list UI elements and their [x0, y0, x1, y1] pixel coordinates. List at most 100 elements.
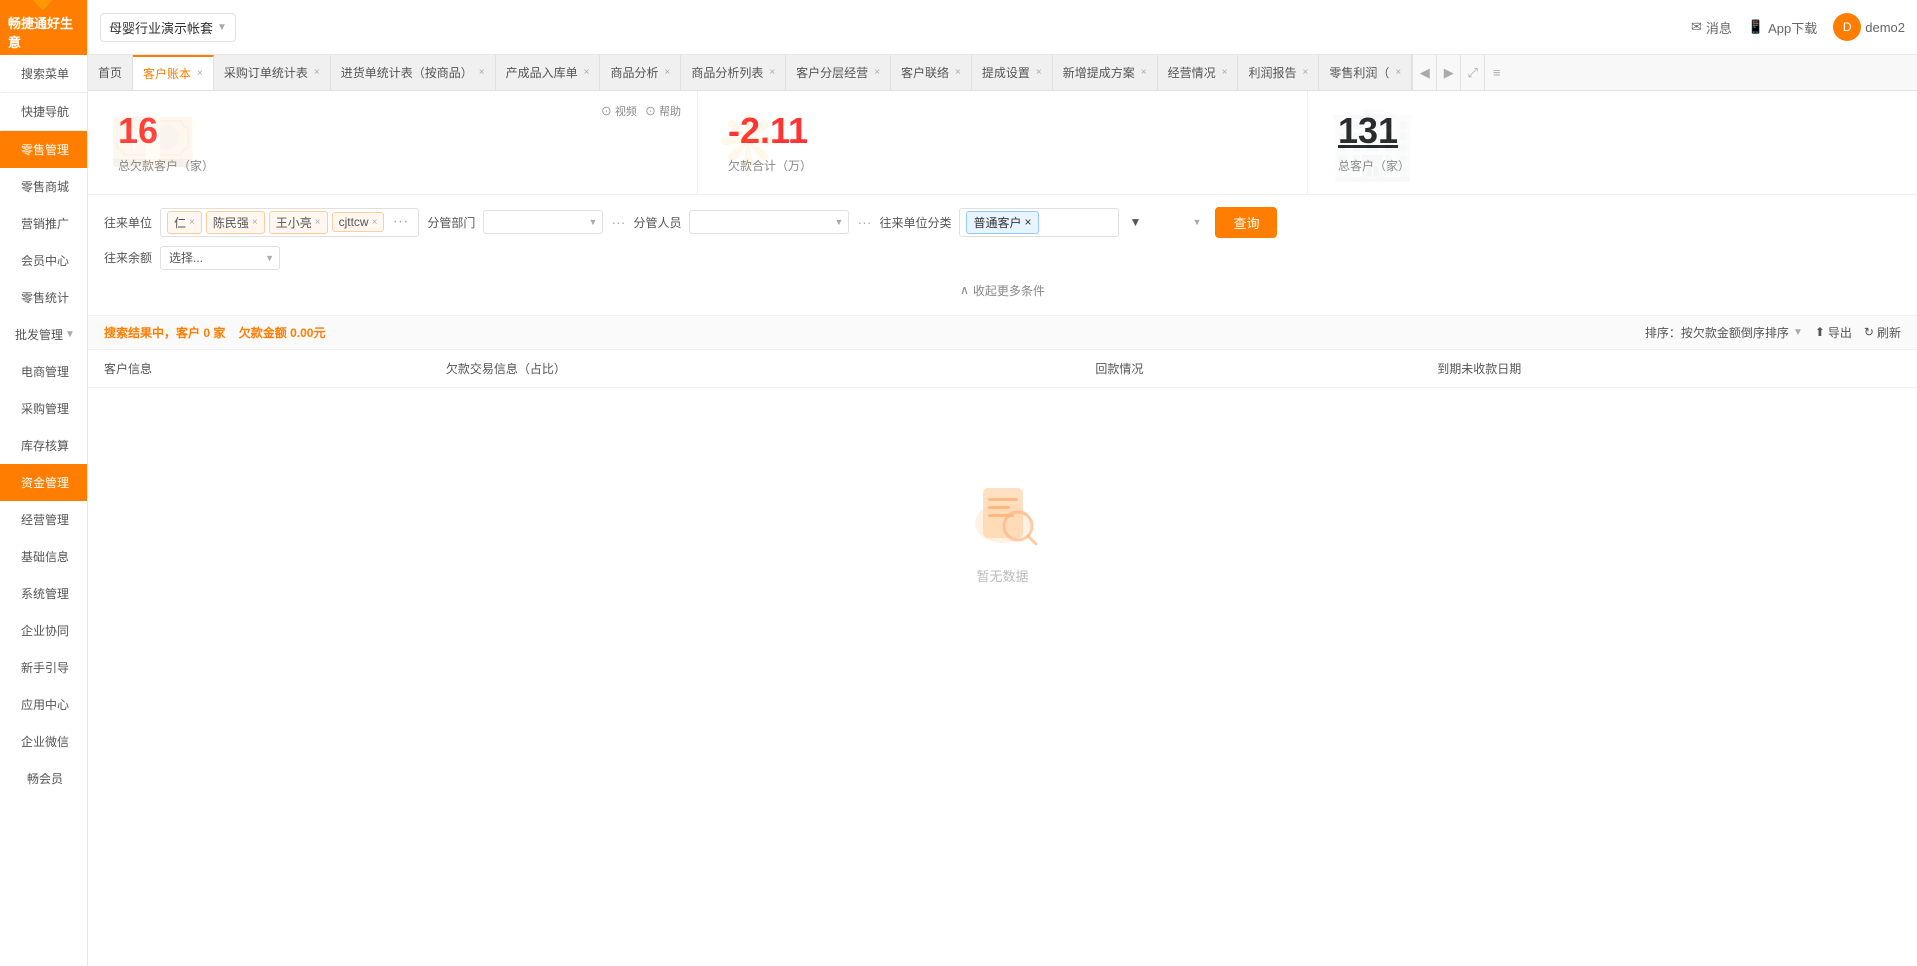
sidebar-item-retail-stats[interactable]: 零售统计 [0, 279, 87, 316]
tab-menu[interactable]: ≡ [1484, 55, 1508, 91]
video-link[interactable]: ⊙ 视频 [601, 103, 637, 119]
tab-customer-contact[interactable]: 客户联络 × [891, 55, 972, 91]
tab-close-customer-segment[interactable]: × [874, 67, 880, 78]
tab-nav-next[interactable]: ▶ [1436, 55, 1460, 91]
tab-close-retail-profit[interactable]: × [1395, 67, 1401, 78]
sidebar-item-system-mgmt[interactable]: 系统管理 [0, 575, 87, 612]
unit-filter-label: 往来单位 [104, 214, 152, 231]
tab-close-product-inbound[interactable]: × [584, 67, 590, 78]
unit-tag-ren[interactable]: 仁 × [167, 211, 202, 234]
customer-type-tag[interactable]: 普通客户 × [966, 211, 1038, 234]
export-button[interactable]: ⬆ 导出 [1815, 324, 1852, 341]
system-mgmt-label: 系统管理 [21, 587, 69, 601]
tab-customer-segment[interactable]: 客户分层经营 × [786, 55, 891, 91]
user-avatar: D [1833, 13, 1861, 41]
tab-home[interactable]: 首页 [88, 55, 133, 91]
results-prefix: 搜索结果中，客户 [104, 326, 200, 340]
app-download-action[interactable]: 📱 App下载 [1748, 18, 1817, 37]
stat-customers-value: 16 [118, 111, 667, 151]
sidebar-item-wechat-biz[interactable]: 企业微信 [0, 723, 87, 760]
tab-retail-profit[interactable]: 零售利润（ × [1319, 55, 1412, 91]
sidebar-item-search[interactable]: 搜索菜单 [0, 55, 87, 93]
tab-product-inbound[interactable]: 产成品入库单 × [496, 55, 601, 91]
tab-close-inbound-stats[interactable]: × [479, 67, 485, 78]
manager-select[interactable] [689, 210, 849, 234]
sidebar-item-members[interactable]: 会员中心 [0, 242, 87, 279]
sidebar-item-operations[interactable]: 经营管理 [0, 501, 87, 538]
user-profile[interactable]: D demo2 [1833, 13, 1905, 41]
sidebar-item-vip-member[interactable]: 畅会员 [0, 760, 87, 797]
sidebar-item-inventory[interactable]: 库存核算 [0, 427, 87, 464]
tab-promotion-settings[interactable]: 提成设置 × [972, 55, 1053, 91]
dept-select[interactable] [483, 210, 603, 234]
sidebar-item-basic-info[interactable]: 基础信息 [0, 538, 87, 575]
retail-stats-label: 零售统计 [21, 291, 69, 305]
manager-more-icon[interactable]: ··· [857, 214, 871, 230]
stat-total-value[interactable]: 131 [1338, 111, 1887, 151]
sidebar-item-wholesale-mgmt[interactable]: 批发管理 ▼ [0, 316, 87, 353]
sidebar-item-ecommerce[interactable]: 电商管理 [0, 353, 87, 390]
refresh-button[interactable]: ↻ 刷新 [1864, 324, 1901, 341]
tab-close-product-analysis[interactable]: × [664, 67, 670, 78]
empty-figure [958, 468, 1048, 558]
unit-tag-chen[interactable]: 陈民强 × [206, 211, 265, 234]
sidebar-item-retail-mgmt[interactable]: 零售管理 [0, 131, 87, 168]
tab-close-profit-report[interactable]: × [1302, 67, 1308, 78]
tab-product-analysis[interactable]: 商品分析 × [600, 55, 681, 91]
tab-close-new-promotion-plan[interactable]: × [1141, 67, 1147, 78]
tab-inbound-stats[interactable]: 进货单统计表（按商品） × [331, 55, 496, 91]
tab-customers[interactable]: 客户账本 × [133, 55, 214, 91]
sort-control[interactable]: 排序：按欠款金额倒序排序 ▼ [1645, 324, 1803, 341]
stat-amount-label: 欠款合计（万） [728, 157, 1277, 174]
tab-close-promotion-settings[interactable]: × [1036, 67, 1042, 78]
page-content: 💴 16 总欠款客户（家） ⊙ 视频 ⊙ 帮助 ❋ -2.11 欠款合计（万） [88, 91, 1917, 966]
messages-action[interactable]: ✉ 消息 [1691, 18, 1732, 37]
help-link[interactable]: ⊙ 帮助 [645, 103, 681, 119]
sidebar-item-retail-mall[interactable]: 零售商城 [0, 168, 87, 205]
account-selector[interactable]: 母婴行业演示帐套 ▼ [100, 13, 236, 42]
unit-type-input[interactable]: 普通客户 × [959, 208, 1119, 237]
sidebar-item-finance[interactable]: 资金管理 [0, 464, 87, 501]
sidebar-item-new-guide[interactable]: 新手引导 [0, 649, 87, 686]
balance-select[interactable]: 选择... [160, 246, 280, 270]
sidebar: 🧡 畅捷通好生意 标版 搜索菜单 快捷导航 零售管理 零售商城 营销推广 会员中… [0, 0, 88, 966]
tab-maximize[interactable]: ⤢ [1460, 55, 1484, 91]
tab-product-analysis-list[interactable]: 商品分析列表 × [681, 55, 786, 91]
tab-close-business-status[interactable]: × [1222, 67, 1228, 78]
tab-nav-prev[interactable]: ◀ [1412, 55, 1436, 91]
table-header-row: 客户信息 欠款交易信息（占比） 回款情况 到期未收款日期 [88, 350, 1917, 388]
dept-more-icon[interactable]: ··· [611, 214, 625, 230]
unit-type-dropdown: ▼ [1127, 211, 1207, 233]
unit-tag-cjttcw[interactable]: cjttcw × [332, 212, 385, 232]
refresh-icon: ↻ [1864, 325, 1874, 339]
more-tags-btn[interactable]: ··· [388, 211, 412, 233]
unit-type-select[interactable]: ▼ [1127, 211, 1207, 233]
tab-close-customers[interactable]: × [197, 68, 203, 79]
sidebar-item-marketing[interactable]: 营销推广 [0, 205, 87, 242]
query-button[interactable]: 查询 [1215, 207, 1277, 238]
operations-label: 经营管理 [21, 513, 69, 527]
collapse-row: ∧ 收起更多条件 [104, 278, 1901, 303]
tab-close-product-analysis-list[interactable]: × [769, 67, 775, 78]
unit-input-tags[interactable]: 仁 × 陈民强 × 王小亮 × cjttcw × ··· [160, 208, 419, 237]
tab-business-status[interactable]: 经营情况 × [1158, 55, 1239, 91]
tab-new-promotion-plan[interactable]: 新增提成方案 × [1053, 55, 1158, 91]
sidebar-item-purchase[interactable]: 采购管理 [0, 390, 87, 427]
sidebar-item-app-center[interactable]: 应用中心 [0, 686, 87, 723]
retail-mall-label: 零售商城 [21, 180, 69, 194]
tab-close-purchase-orders[interactable]: × [314, 67, 320, 78]
stat-amount-value: -2.11 [728, 111, 1277, 151]
collapse-button[interactable]: ∧ 收起更多条件 [104, 278, 1901, 303]
members-label: 会员中心 [21, 254, 69, 268]
filter-row-1: 往来单位 仁 × 陈民强 × 王小亮 × cjttcw × [104, 207, 1901, 238]
tab-purchase-orders[interactable]: 采购订单统计表 × [214, 55, 331, 91]
col-debt-info: 欠款交易信息（占比） [430, 350, 1080, 388]
tab-close-customer-contact[interactable]: × [955, 67, 961, 78]
filter-area: 往来单位 仁 × 陈民强 × 王小亮 × cjttcw × [88, 195, 1917, 316]
sidebar-item-quick-nav[interactable]: 快捷导航 [0, 93, 87, 131]
quick-nav-label: 快捷导航 [21, 105, 69, 119]
data-table: 客户信息 欠款交易信息（占比） 回款情况 到期未收款日期 [88, 350, 1917, 388]
sidebar-item-enterprise-collab[interactable]: 企业协同 [0, 612, 87, 649]
unit-tag-wang[interactable]: 王小亮 × [269, 211, 328, 234]
tab-profit-report[interactable]: 利润报告 × [1238, 55, 1319, 91]
